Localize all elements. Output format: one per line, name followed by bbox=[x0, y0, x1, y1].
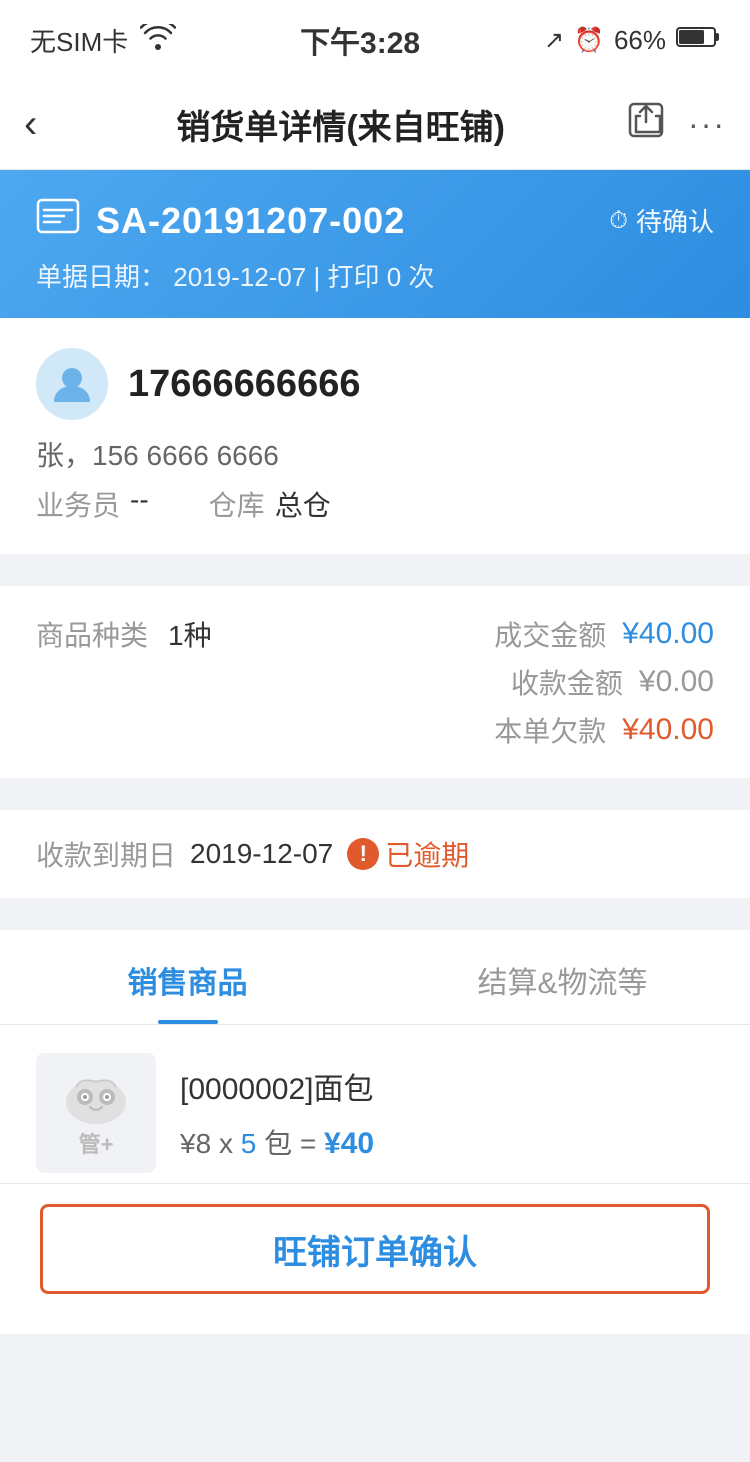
product-type-value: 1种 bbox=[168, 614, 212, 654]
product-info: [0000002]面包 ¥8 x 5 包 = ¥40 bbox=[180, 1064, 714, 1162]
amount-value: ¥40.00 bbox=[622, 617, 714, 651]
due-date-value: 2019-12-07 bbox=[190, 838, 333, 870]
summary-right: 成交金额 ¥40.00 收款金额 ¥0.00 本单欠款 ¥40.00 bbox=[494, 614, 714, 750]
due-section: 收款到期日 2019-12-07 ! 已逾期 bbox=[0, 810, 750, 898]
status-text: 待确认 bbox=[636, 202, 714, 239]
divider-3 bbox=[0, 914, 750, 930]
balance-row: 本单欠款 ¥40.00 bbox=[494, 710, 714, 750]
tabs-section: 销售商品 结算&物流等 bbox=[0, 930, 750, 1202]
nav-actions: ··· bbox=[628, 102, 726, 147]
summary-left: 商品种类 1种 bbox=[36, 614, 212, 654]
battery-level: 66% bbox=[614, 25, 666, 56]
page-title: 销货单详情(来自旺铺) bbox=[53, 100, 628, 149]
product-name: [0000002]面包 bbox=[180, 1064, 714, 1108]
product-price: ¥8 bbox=[180, 1128, 211, 1159]
customer-name-phone: 张，156 6666 6666 bbox=[36, 434, 714, 474]
brand-plus: 管+ bbox=[79, 1127, 114, 1159]
amount-label: 成交金额 bbox=[494, 614, 606, 654]
product-total: ¥40 bbox=[324, 1127, 374, 1160]
customer-top: 17666666666 bbox=[36, 348, 714, 420]
customer-meta: 业务员 -- 仓库 总仓 bbox=[36, 484, 714, 524]
avatar bbox=[36, 348, 108, 420]
warehouse-meta: 仓库 总仓 bbox=[209, 484, 331, 524]
confirm-order-button[interactable]: 旺铺订单确认 bbox=[40, 1204, 710, 1294]
more-icon[interactable]: ··· bbox=[688, 106, 726, 143]
back-button[interactable]: ‹ bbox=[24, 92, 53, 157]
summary-row: 商品种类 1种 成交金额 ¥40.00 收款金额 ¥0.00 本单欠款 ¥40.… bbox=[36, 614, 714, 750]
receipt-row: 收款金额 ¥0.00 bbox=[511, 662, 714, 702]
product-list: 管+ [0000002]面包 ¥8 x 5 包 = ¥40 bbox=[0, 1025, 750, 1202]
bottom-bar: 旺铺订单确认 bbox=[0, 1183, 750, 1334]
product-qty: 5 bbox=[241, 1128, 257, 1159]
divider-1 bbox=[0, 570, 750, 586]
sim-status: 无SIM卡 bbox=[30, 22, 128, 59]
product-thumbnail: 管+ bbox=[36, 1053, 156, 1173]
order-status: ⏱ 待确认 bbox=[609, 202, 714, 239]
tab-settlement[interactable]: 结算&物流等 bbox=[375, 930, 750, 1024]
battery-icon bbox=[676, 25, 720, 56]
product-price-row: ¥8 x 5 包 = ¥40 bbox=[180, 1122, 714, 1162]
warehouse-label: 仓库 bbox=[209, 484, 265, 524]
amount-row: 成交金额 ¥40.00 bbox=[494, 614, 714, 654]
wifi-icon bbox=[140, 24, 176, 57]
location-icon: ↗ bbox=[544, 26, 564, 55]
overdue-warning-icon: ! bbox=[347, 838, 379, 870]
share-icon[interactable] bbox=[628, 102, 664, 147]
order-header: SA-20191207-002 ⏱ 待确认 单据日期： 2019-12-07 |… bbox=[0, 170, 750, 318]
salesperson-value: -- bbox=[130, 484, 149, 524]
product-item: 管+ [0000002]面包 ¥8 x 5 包 = ¥40 bbox=[0, 1025, 750, 1202]
summary-section: 商品种类 1种 成交金额 ¥40.00 收款金额 ¥0.00 本单欠款 ¥40.… bbox=[0, 586, 750, 778]
salesperson-meta: 业务员 -- bbox=[36, 484, 149, 524]
order-date-row: 单据日期： 2019-12-07 | 打印 0 次 bbox=[36, 257, 714, 294]
receipt-value: ¥0.00 bbox=[639, 665, 714, 699]
clock-icon: ⏱ bbox=[609, 207, 628, 235]
receipt-label: 收款金额 bbox=[511, 662, 623, 702]
divider-2 bbox=[0, 794, 750, 810]
customer-section: 17666666666 张，156 6666 6666 业务员 -- 仓库 总仓 bbox=[0, 318, 750, 554]
price-multiplier: x bbox=[219, 1128, 241, 1159]
price-unit: 包 bbox=[264, 1128, 292, 1159]
date-label: 单据日期： bbox=[36, 262, 166, 292]
status-time: 下午3:28 bbox=[300, 18, 420, 62]
salesperson-label: 业务员 bbox=[36, 484, 120, 524]
status-bar: 无SIM卡 下午3:28 ↗ ⏰ 66% bbox=[0, 0, 750, 80]
status-left: 无SIM卡 bbox=[30, 22, 176, 59]
order-header-top: SA-20191207-002 ⏱ 待确认 bbox=[36, 198, 714, 243]
product-thumb-inner: 管+ bbox=[61, 1067, 131, 1159]
balance-value: ¥40.00 bbox=[622, 713, 714, 747]
tabs-header: 销售商品 结算&物流等 bbox=[0, 930, 750, 1025]
order-icon bbox=[36, 198, 80, 243]
balance-label: 本单欠款 bbox=[494, 710, 606, 750]
nav-bar: ‹ 销货单详情(来自旺铺) ··· bbox=[0, 80, 750, 170]
overdue-text: 已逾期 bbox=[385, 834, 469, 874]
order-date-value: 2019-12-07 bbox=[173, 262, 306, 292]
customer-phone: 17666666666 bbox=[128, 363, 360, 406]
due-label: 收款到期日 bbox=[36, 834, 176, 874]
warehouse-value: 总仓 bbox=[275, 484, 331, 524]
order-number: SA-20191207-002 bbox=[96, 200, 405, 242]
alarm-icon: ⏰ bbox=[574, 26, 604, 55]
product-type-label: 商品种类 bbox=[36, 614, 148, 654]
overdue-badge: ! 已逾期 bbox=[347, 834, 469, 874]
status-right: ↗ ⏰ 66% bbox=[544, 25, 720, 56]
price-equals: = bbox=[300, 1128, 324, 1159]
print-text: 打印 0 次 bbox=[327, 262, 434, 292]
tab-products[interactable]: 销售商品 bbox=[0, 930, 375, 1024]
